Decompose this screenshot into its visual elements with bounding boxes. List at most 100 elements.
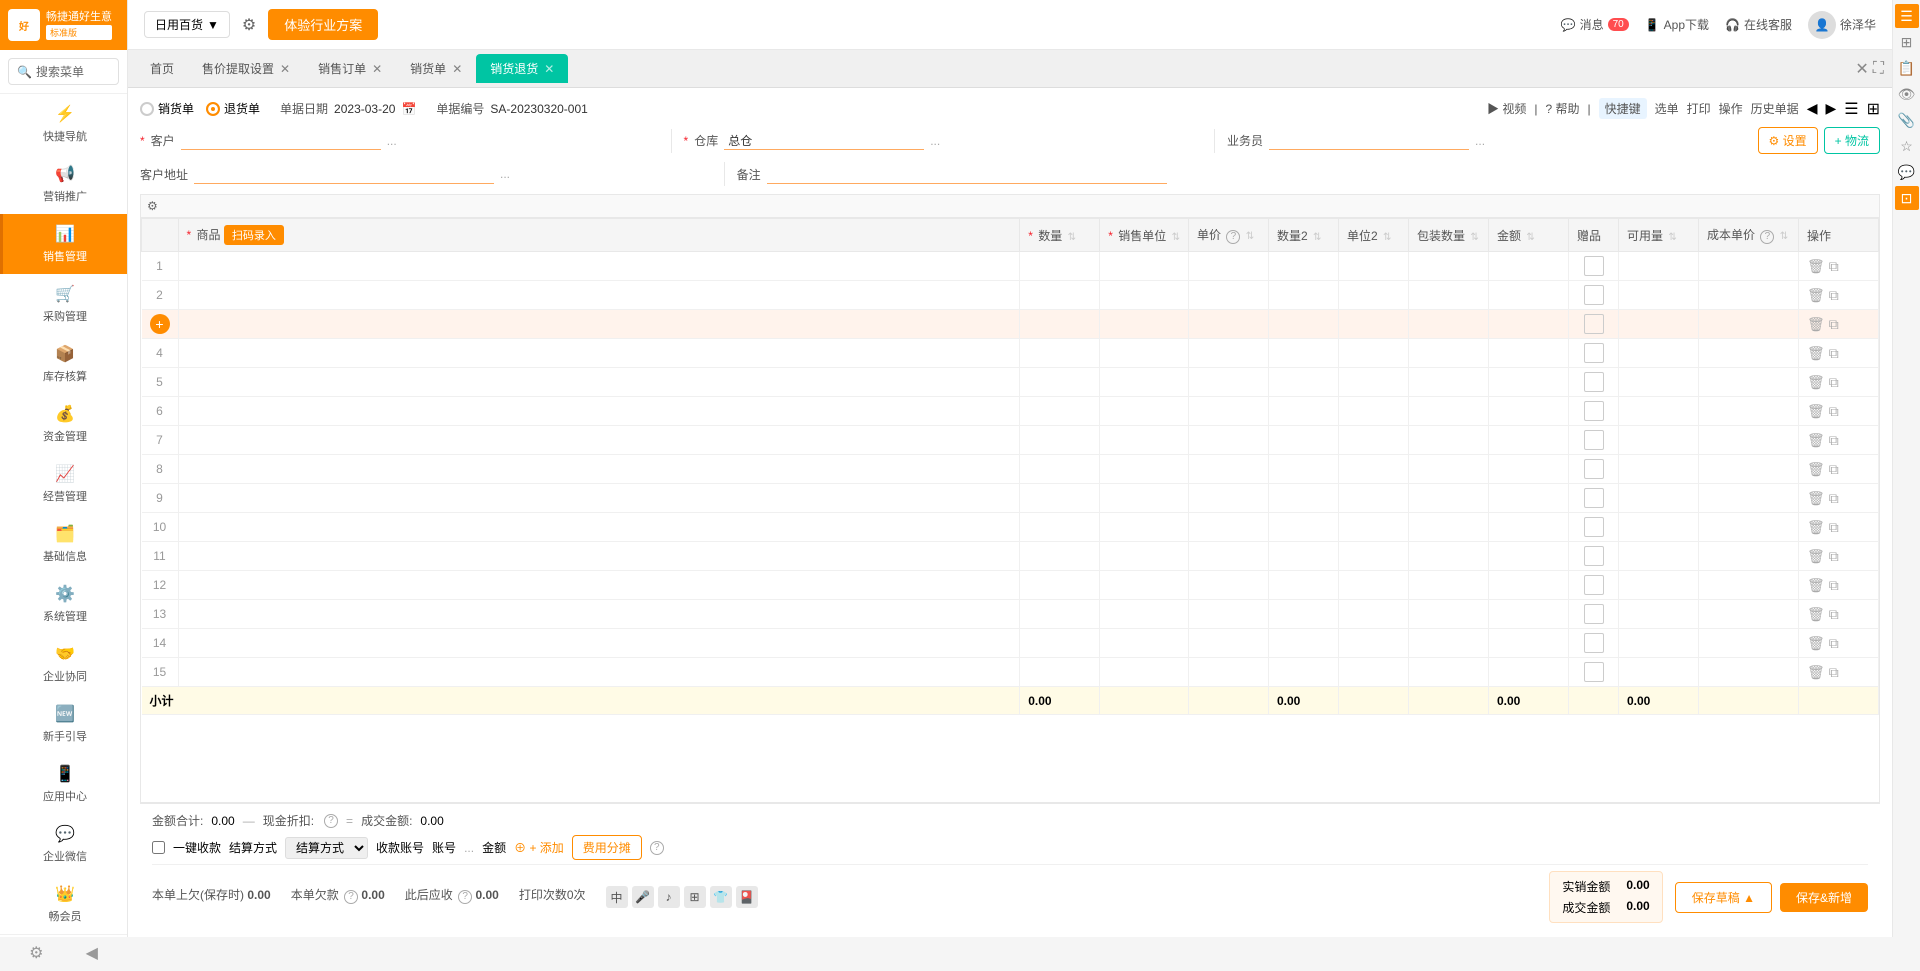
delete-row-button[interactable]: 🗑: [1807, 635, 1825, 652]
amount-cell[interactable]: [1489, 339, 1569, 368]
quantity-cell[interactable]: [1020, 629, 1100, 658]
next-record-button[interactable]: ▶: [1825, 100, 1836, 117]
unit-price-cell[interactable]: [1189, 310, 1269, 339]
quantity-cell[interactable]: [1020, 600, 1100, 629]
receivable-info-icon[interactable]: ?: [458, 890, 472, 904]
cost-price-cell[interactable]: [1699, 426, 1799, 455]
product-input[interactable]: [187, 491, 1012, 505]
product-cell[interactable]: [178, 600, 1020, 629]
unit-price-cell[interactable]: [1189, 426, 1269, 455]
sidebar-item-operations[interactable]: 📈 经营管理: [0, 454, 127, 514]
product-cell[interactable]: [178, 629, 1020, 658]
cost-price-cell[interactable]: [1699, 484, 1799, 513]
right-sidebar-display[interactable]: ⊡: [1895, 186, 1919, 210]
sidebar-item-system[interactable]: ⚙️ 系统管理: [0, 574, 127, 634]
sidebar-item-appstore[interactable]: 📱 应用中心: [0, 754, 127, 814]
column-settings-icon[interactable]: ⚙: [147, 199, 158, 213]
product-input[interactable]: [187, 433, 1012, 447]
package-qty-cell[interactable]: [1409, 571, 1489, 600]
unit-price-cell[interactable]: [1189, 513, 1269, 542]
copy-row-button[interactable]: ⧉: [1829, 374, 1839, 391]
unit2-cell[interactable]: [1339, 629, 1409, 658]
unit-price-cell[interactable]: [1189, 339, 1269, 368]
unit-price-cell[interactable]: [1189, 252, 1269, 281]
right-sidebar-attach[interactable]: 📎: [1895, 108, 1919, 132]
unit2-cell[interactable]: [1339, 368, 1409, 397]
tab-sales-delivery[interactable]: 销货单 ✕: [396, 54, 476, 83]
sidebar-item-member[interactable]: 👑 畅会员: [0, 874, 127, 934]
product-cell[interactable]: [178, 484, 1020, 513]
copy-row-button[interactable]: ⧉: [1829, 345, 1839, 362]
package-qty-cell[interactable]: [1409, 484, 1489, 513]
unit2-cell[interactable]: [1339, 600, 1409, 629]
gift-checkbox[interactable]: [1584, 517, 1604, 537]
industry-selector[interactable]: 日用百货 ▼: [144, 11, 230, 38]
sales-unit-cell[interactable]: [1100, 455, 1189, 484]
package-qty-cell[interactable]: [1409, 513, 1489, 542]
available-cell[interactable]: [1619, 513, 1699, 542]
onekey-payment-checkbox[interactable]: [152, 841, 165, 854]
notification-item[interactable]: 💬 消息 70: [1561, 16, 1629, 33]
cost-price-cell[interactable]: [1699, 281, 1799, 310]
quantity2-cell[interactable]: [1269, 339, 1339, 368]
unit2-cell[interactable]: [1339, 542, 1409, 571]
copy-row-button[interactable]: ⧉: [1829, 403, 1839, 420]
amount-cell[interactable]: [1489, 397, 1569, 426]
amount-cell[interactable]: [1489, 281, 1569, 310]
history-link[interactable]: 历史单据: [1751, 100, 1799, 117]
copy-row-button[interactable]: ⧉: [1829, 635, 1839, 652]
package-qty-cell[interactable]: [1409, 397, 1489, 426]
unit2-cell[interactable]: [1339, 455, 1409, 484]
tab-close-sales-order[interactable]: ✕: [372, 62, 382, 76]
gift-checkbox[interactable]: [1584, 372, 1604, 392]
address-more-button[interactable]: ...: [500, 167, 510, 181]
package-qty-cell[interactable]: [1409, 252, 1489, 281]
sales-unit-cell[interactable]: [1100, 368, 1189, 397]
amount-cell[interactable]: [1489, 658, 1569, 687]
product-cell[interactable]: [178, 281, 1020, 310]
tab-sales-order[interactable]: 销售订单 ✕: [304, 54, 396, 83]
gift-cell[interactable]: [1569, 368, 1619, 397]
package-qty-cell[interactable]: [1409, 339, 1489, 368]
cost-price-cell[interactable]: [1699, 513, 1799, 542]
quantity-cell[interactable]: [1020, 310, 1100, 339]
right-sidebar-preview[interactable]: 👁: [1895, 82, 1919, 106]
delete-row-button[interactable]: 🗑: [1807, 461, 1825, 478]
amount-cell[interactable]: [1489, 513, 1569, 542]
quantity2-cell[interactable]: [1269, 571, 1339, 600]
sales-unit-cell[interactable]: [1100, 339, 1189, 368]
unit2-cell[interactable]: [1339, 484, 1409, 513]
sales-unit-cell[interactable]: [1100, 397, 1189, 426]
gift-cell[interactable]: [1569, 455, 1619, 484]
gift-checkbox[interactable]: [1584, 343, 1604, 363]
package-qty-cell[interactable]: [1409, 368, 1489, 397]
delete-row-button[interactable]: 🗑: [1807, 664, 1825, 681]
gift-cell[interactable]: [1569, 658, 1619, 687]
salesman-more-button[interactable]: ...: [1475, 134, 1485, 148]
sidebar-item-finance[interactable]: 💰 资金管理: [0, 394, 127, 454]
product-input[interactable]: [187, 404, 1012, 418]
quantity2-cell[interactable]: [1269, 484, 1339, 513]
sales-unit-cell[interactable]: [1100, 600, 1189, 629]
unit2-cell[interactable]: [1339, 252, 1409, 281]
help-link[interactable]: ? 帮助: [1545, 100, 1579, 117]
quantity-cell[interactable]: [1020, 426, 1100, 455]
delete-row-button[interactable]: 🗑: [1807, 287, 1825, 304]
right-sidebar-table-view[interactable]: ☰: [1895, 4, 1919, 28]
online-service-item[interactable]: 🎧 在线客服: [1725, 16, 1792, 33]
available-cell[interactable]: [1619, 368, 1699, 397]
unit-price-cell[interactable]: [1189, 397, 1269, 426]
unit-price-cell[interactable]: [1189, 658, 1269, 687]
gift-cell[interactable]: [1569, 339, 1619, 368]
quantity2-cell[interactable]: [1269, 281, 1339, 310]
package-qty-cell[interactable]: [1409, 281, 1489, 310]
package-qty-cell[interactable]: [1409, 629, 1489, 658]
quantity-cell[interactable]: [1020, 513, 1100, 542]
amount-cell[interactable]: [1489, 542, 1569, 571]
copy-row-button[interactable]: ⧉: [1829, 548, 1839, 565]
gift-checkbox[interactable]: [1584, 662, 1604, 682]
delete-row-button[interactable]: 🗑: [1807, 519, 1825, 536]
available-cell[interactable]: [1619, 542, 1699, 571]
tab-close-sales-return[interactable]: ✕: [544, 62, 554, 76]
product-cell[interactable]: [178, 368, 1020, 397]
